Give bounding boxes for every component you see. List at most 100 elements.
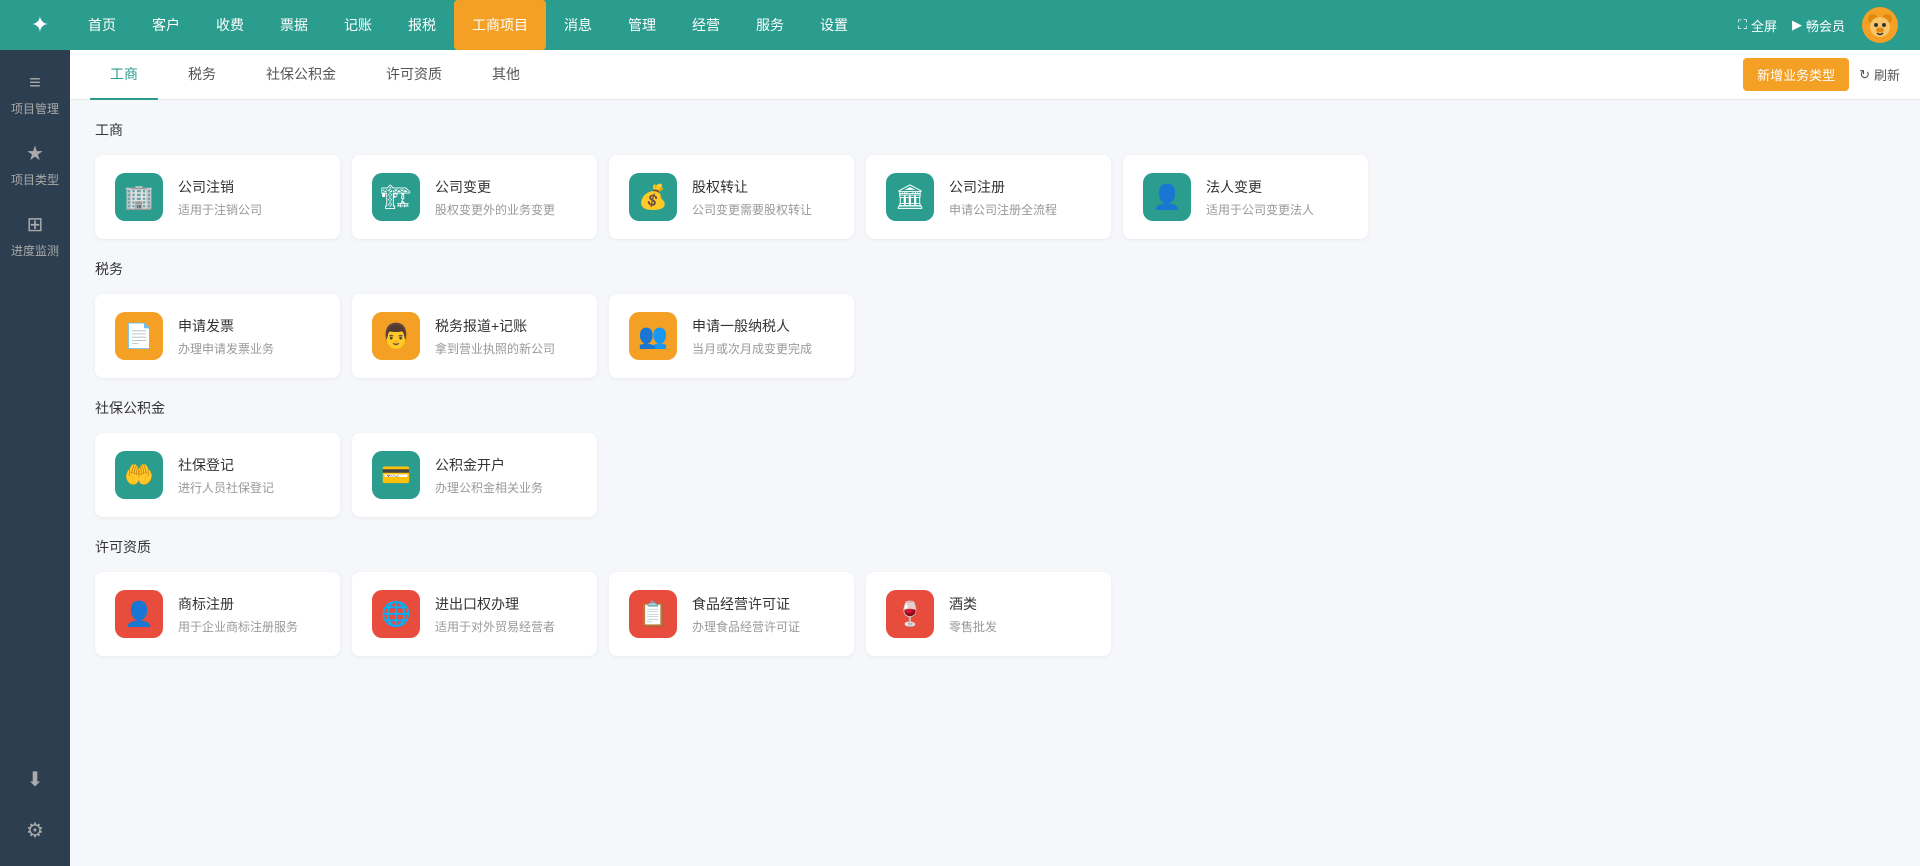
- monitor-icon: ⊞: [27, 212, 44, 237]
- section-title-许可资质: 许可资质: [95, 537, 1895, 557]
- star-icon: ★: [26, 141, 44, 166]
- card-desc-label: 股权变更外的业务变更: [435, 201, 555, 218]
- sidebar-bottom: ⬇ ⚙: [18, 759, 52, 866]
- card-法人变更[interactable]: 👤 法人变更适用于公司变更法人: [1123, 155, 1368, 239]
- cards-grid-工商: 🏢公司注销适用于注销公司 🏗 公司变更股权变更外的业务变更 💰股权转让公司变更需要股权…: [95, 155, 1895, 239]
- sidebar-item-progress-monitor[interactable]: ⊞ 进度监测: [0, 200, 70, 271]
- card-icon-法人变更: 👤: [1143, 173, 1191, 221]
- tab-bar: 工商税务社保公积金许可资质其他 新增业务类型 ↻ 刷新: [70, 50, 1920, 100]
- card-name-label: 公积金开户: [435, 455, 543, 475]
- play-icon: ▶: [1792, 17, 1802, 33]
- card-text-酒类: 酒类零售批发: [949, 594, 997, 635]
- sidebar-item-project-management[interactable]: ≡ 项目管理: [0, 60, 70, 129]
- avatar-svg: [1860, 5, 1900, 45]
- settings-icon[interactable]: ⚙: [18, 810, 52, 851]
- tab-items: 工商税务社保公积金许可资质其他: [90, 50, 550, 100]
- nav-item-报税[interactable]: 报税: [390, 0, 454, 50]
- card-name-label: 法人变更: [1206, 177, 1314, 197]
- card-desc-label: 适用于注销公司: [178, 201, 262, 218]
- card-desc-label: 零售批发: [949, 618, 997, 635]
- card-公积金开户[interactable]: 💳 公积金开户办理公积金相关业务: [352, 433, 597, 517]
- add-type-button[interactable]: 新增业务类型: [1743, 58, 1849, 91]
- card-icon-食品经营许可证: 📋: [629, 590, 677, 638]
- nav-item-服务[interactable]: 服务: [738, 0, 802, 50]
- list-icon: ≡: [29, 72, 41, 95]
- card-股权转让[interactable]: 💰股权转让公司变更需要股权转让: [609, 155, 854, 239]
- nav-item-记账[interactable]: 记账: [326, 0, 390, 50]
- sidebar-label-progress-monitor: 进度监测: [11, 242, 59, 259]
- card-desc-label: 办理申请发票业务: [178, 340, 274, 357]
- card-desc-label: 适用于对外贸易经营者: [435, 618, 555, 635]
- card-食品经营许可证[interactable]: 📋食品经营许可证办理食品经营许可证: [609, 572, 854, 656]
- nav-item-工商项目[interactable]: 工商项目: [454, 0, 546, 50]
- card-申请一般纳税人[interactable]: 👥申请一般纳税人当月或次月成变更完成: [609, 294, 854, 378]
- card-公司注销[interactable]: 🏢公司注销适用于注销公司: [95, 155, 340, 239]
- tab-bar-right: 新增业务类型 ↻ 刷新: [1743, 58, 1900, 91]
- card-text-公司变更: 公司变更股权变更外的业务变更: [435, 177, 555, 218]
- download-icon[interactable]: ⬇: [19, 759, 52, 800]
- card-icon-公积金开户: 💳: [372, 451, 420, 499]
- card-公司注册[interactable]: 🏛 公司注册申请公司注册全流程: [866, 155, 1111, 239]
- card-申请发票[interactable]: 📄申请发票办理申请发票业务: [95, 294, 340, 378]
- sidebar-label-project-management: 项目管理: [11, 100, 59, 117]
- card-desc-label: 当月或次月成变更完成: [692, 340, 812, 357]
- nav-item-消息[interactable]: 消息: [546, 0, 610, 50]
- member-button[interactable]: ▶ 畅会员: [1792, 16, 1845, 35]
- card-name-label: 公司注册: [949, 177, 1057, 197]
- card-text-公司注册: 公司注册申请公司注册全流程: [949, 177, 1057, 218]
- card-text-税务报道+记账: 税务报道+记账拿到营业执照的新公司: [435, 316, 555, 357]
- card-text-进出口权办理: 进出口权办理适用于对外贸易经营者: [435, 594, 555, 635]
- main-layout: ≡ 项目管理 ★ 项目类型 ⊞ 进度监测 ⬇ ⚙ 工商税务社保公积金许可资质其他…: [0, 50, 1920, 866]
- card-name-label: 公司变更: [435, 177, 555, 197]
- refresh-label: 刷新: [1874, 65, 1900, 84]
- card-酒类[interactable]: 🍷酒类零售批发: [866, 572, 1111, 656]
- scroll-content: 工商 🏢公司注销适用于注销公司 🏗 公司变更股权变更外的业务变更 💰股权转让公司变更需要…: [70, 100, 1920, 866]
- card-icon-公司变更: 🏗: [372, 173, 420, 221]
- card-税务报道+记账[interactable]: 👨税务报道+记账拿到营业执照的新公司: [352, 294, 597, 378]
- card-text-商标注册: 商标注册用于企业商标注册服务: [178, 594, 298, 635]
- card-icon-公司注册: 🏛: [886, 173, 934, 221]
- card-text-申请一般纳税人: 申请一般纳税人当月或次月成变更完成: [692, 316, 812, 357]
- card-社保登记[interactable]: 🤲社保登记进行人员社保登记: [95, 433, 340, 517]
- nav-items: 首页客户收费票据记账报税工商项目消息管理经营服务设置: [70, 0, 1738, 50]
- card-text-社保登记: 社保登记进行人员社保登记: [178, 455, 274, 496]
- card-name-label: 进出口权办理: [435, 594, 555, 614]
- card-进出口权办理[interactable]: 🌐 进出口权办理适用于对外贸易经营者: [352, 572, 597, 656]
- section-title-工商: 工商: [95, 120, 1895, 140]
- cards-grid-许可资质: 👤商标注册用于企业商标注册服务 🌐 进出口权办理适用于对外贸易经营者 📋食品经营许可证…: [95, 572, 1895, 656]
- tab-税务[interactable]: 税务: [168, 50, 236, 100]
- nav-item-客户[interactable]: 客户: [134, 0, 198, 50]
- refresh-button[interactable]: ↻ 刷新: [1859, 65, 1900, 84]
- card-name-label: 股权转让: [692, 177, 812, 197]
- fullscreen-label: 全屏: [1751, 16, 1777, 35]
- fullscreen-icon: ⛶: [1738, 17, 1747, 33]
- card-公司变更[interactable]: 🏗 公司变更股权变更外的业务变更: [352, 155, 597, 239]
- tab-社保公积金[interactable]: 社保公积金: [246, 50, 356, 100]
- tab-许可资质[interactable]: 许可资质: [366, 50, 462, 100]
- card-desc-label: 办理食品经营许可证: [692, 618, 800, 635]
- nav-right: ⛶ 全屏 ▶ 畅会员: [1738, 5, 1900, 45]
- content-area: 工商税务社保公积金许可资质其他 新增业务类型 ↻ 刷新 工商🏢公司注销适用于注销…: [70, 50, 1920, 866]
- card-name-label: 社保登记: [178, 455, 274, 475]
- card-desc-label: 拿到营业执照的新公司: [435, 340, 555, 357]
- nav-item-管理[interactable]: 管理: [610, 0, 674, 50]
- sidebar-item-project-type[interactable]: ★ 项目类型: [0, 129, 70, 200]
- card-text-法人变更: 法人变更适用于公司变更法人: [1206, 177, 1314, 218]
- nav-item-首页[interactable]: 首页: [70, 0, 134, 50]
- nav-item-收费[interactable]: 收费: [198, 0, 262, 50]
- fullscreen-button[interactable]: ⛶ 全屏: [1738, 16, 1777, 35]
- card-name-label: 酒类: [949, 594, 997, 614]
- card-desc-label: 进行人员社保登记: [178, 479, 274, 496]
- card-icon-公司注销: 🏢: [115, 173, 163, 221]
- nav-item-经营[interactable]: 经营: [674, 0, 738, 50]
- card-name-label: 申请一般纳税人: [692, 316, 812, 336]
- tab-工商[interactable]: 工商: [90, 50, 158, 100]
- card-商标注册[interactable]: 👤商标注册用于企业商标注册服务: [95, 572, 340, 656]
- card-text-公积金开户: 公积金开户办理公积金相关业务: [435, 455, 543, 496]
- nav-item-票据[interactable]: 票据: [262, 0, 326, 50]
- card-name-label: 商标注册: [178, 594, 298, 614]
- left-sidebar: ≡ 项目管理 ★ 项目类型 ⊞ 进度监测 ⬇ ⚙: [0, 50, 70, 866]
- card-icon-进出口权办理: 🌐: [372, 590, 420, 638]
- nav-item-设置[interactable]: 设置: [802, 0, 866, 50]
- tab-其他[interactable]: 其他: [472, 50, 540, 100]
